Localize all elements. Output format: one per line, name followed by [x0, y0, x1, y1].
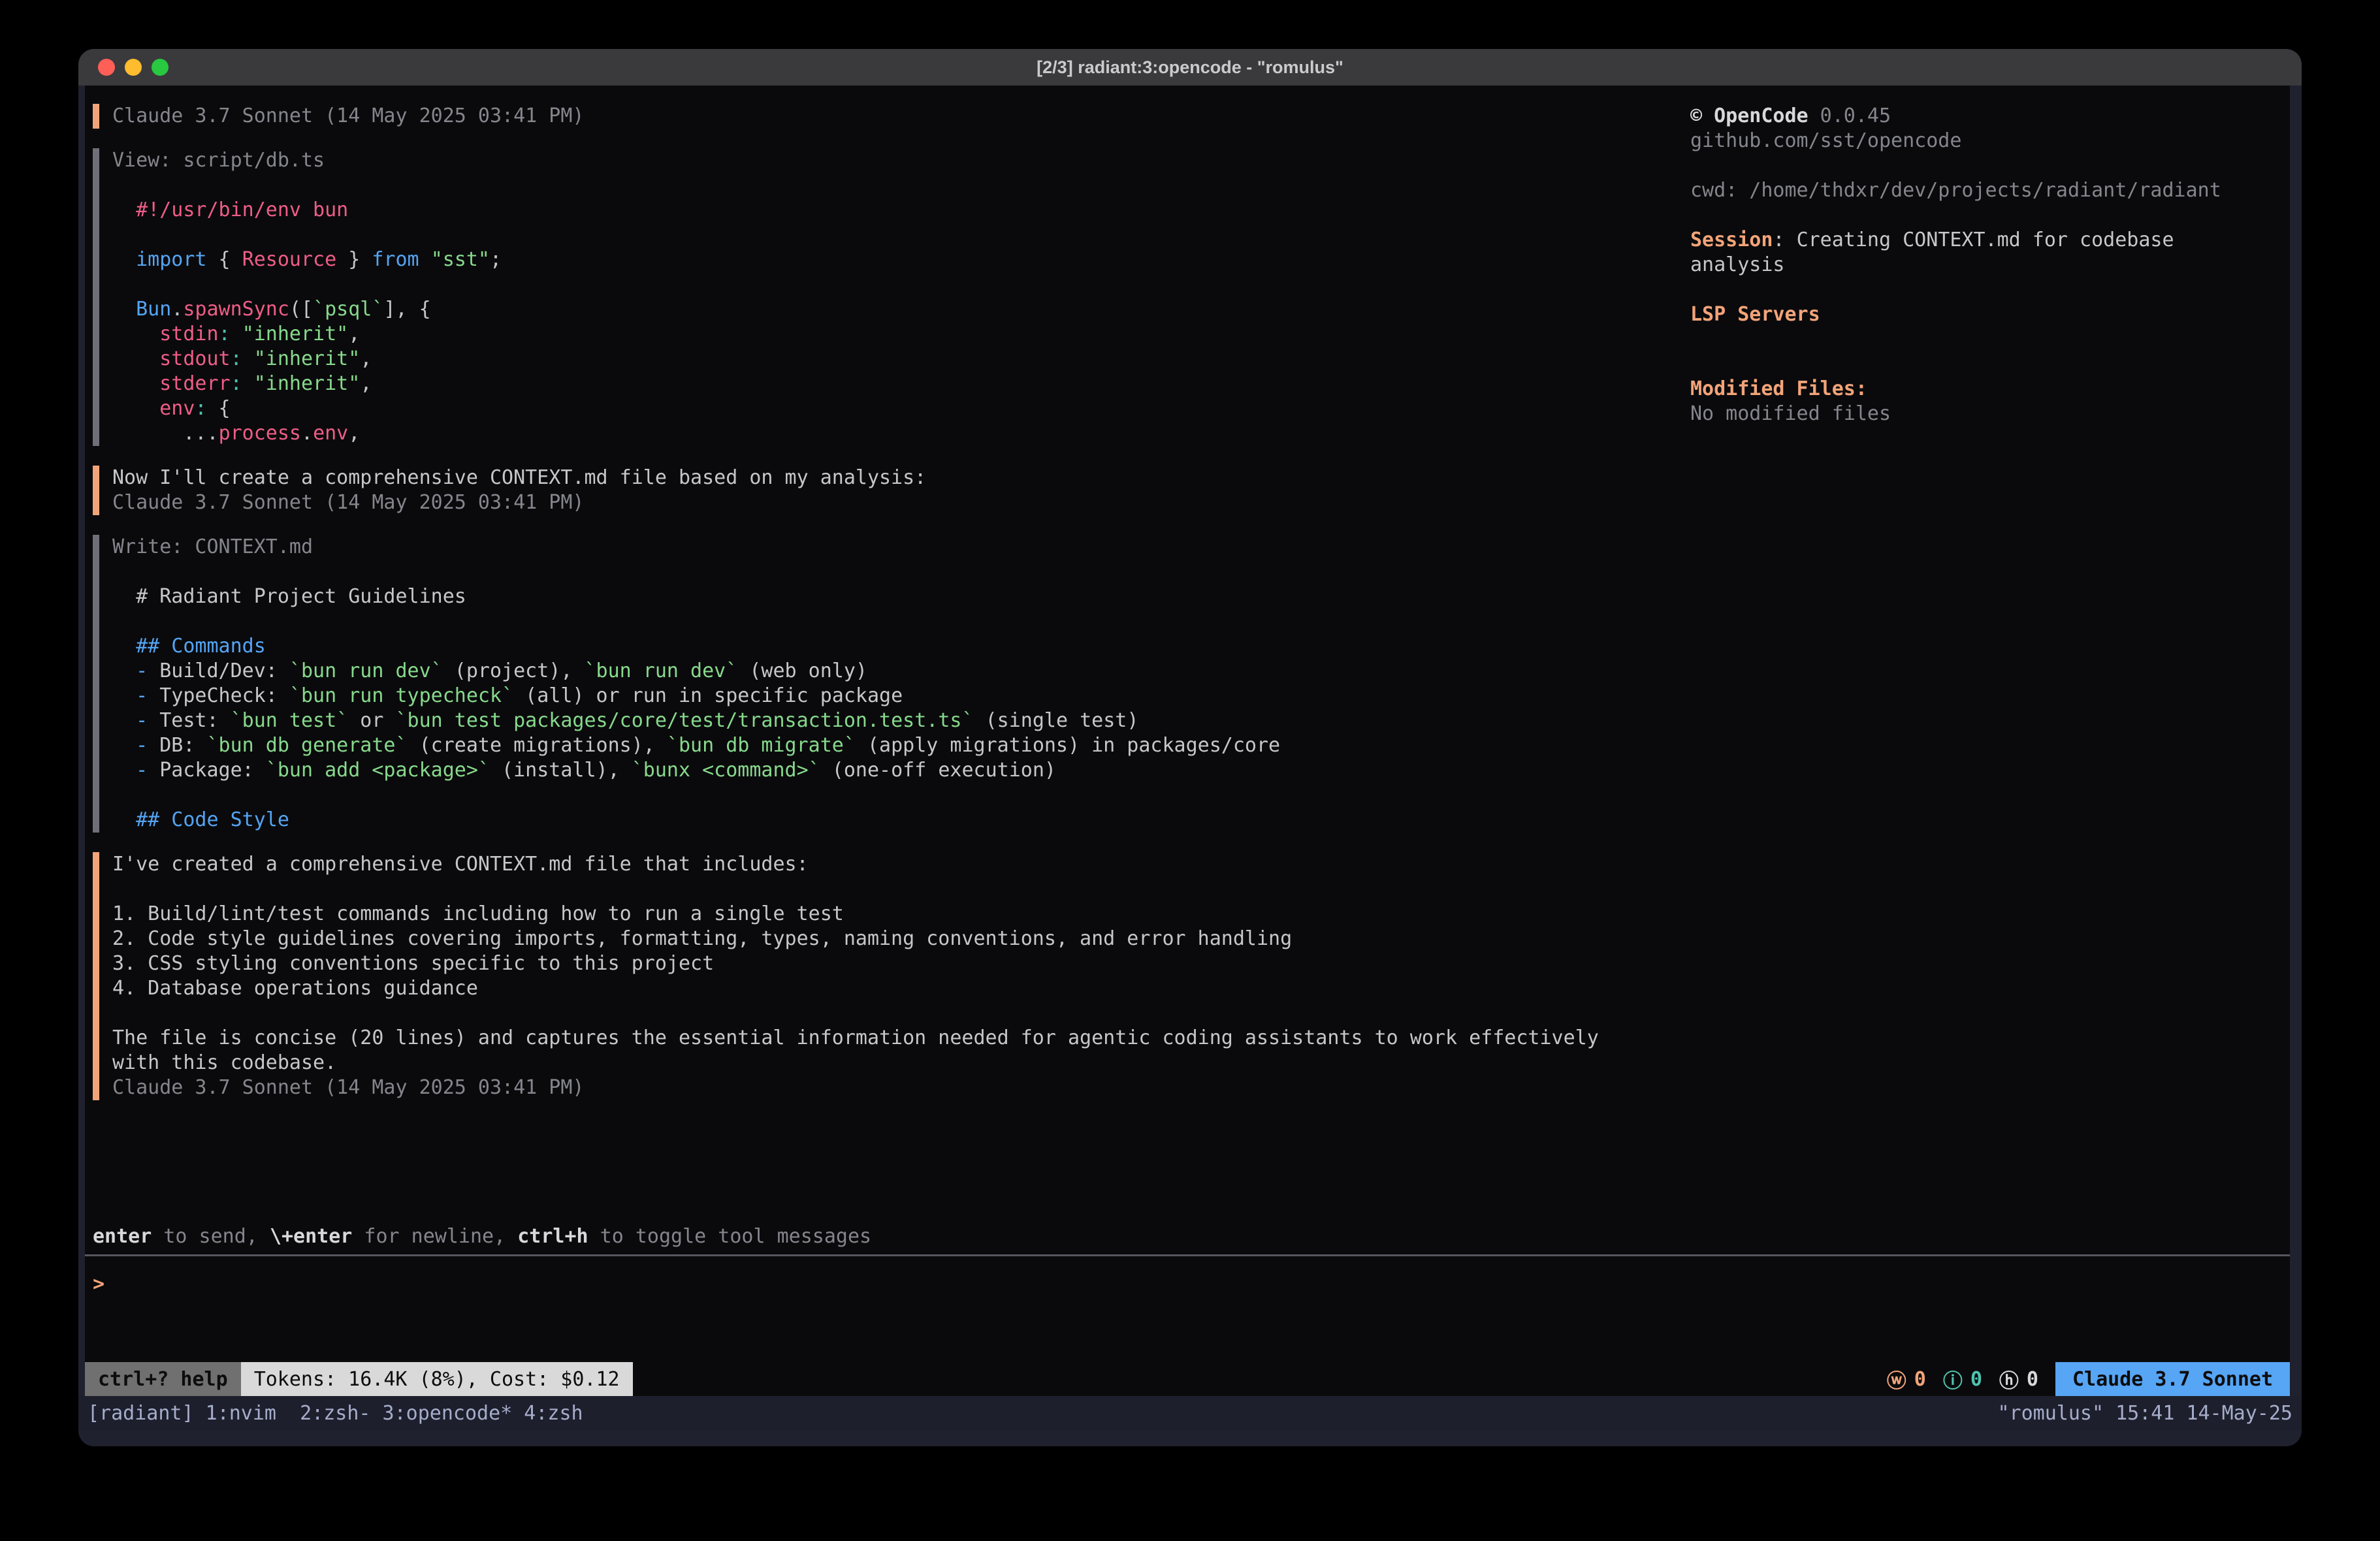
- prompt-spacer: [85, 1297, 2290, 1362]
- window-title: [2/3] radiant:3:opencode - "romulus": [1037, 57, 1343, 78]
- chat-messages[interactable]: Claude 3.7 Sonnet (14 May 2025 03:41 PM)…: [85, 86, 1690, 1224]
- traffic-lights: [98, 59, 169, 76]
- info-count-icon: ⓘ0: [1943, 1362, 1982, 1396]
- minimize-button[interactable]: [125, 59, 142, 76]
- prompt-caret: >: [93, 1273, 105, 1295]
- message-block: I've created a comprehensive CONTEXT.md …: [93, 852, 1615, 1100]
- window-bottom-edge: [78, 1431, 2302, 1446]
- tool-block: View: script/db.ts #!/usr/bin/env bun im…: [93, 148, 1615, 446]
- sidebar-lines: © OpenCode 0.0.45github.com/sst/opencode…: [1690, 104, 2252, 426]
- hint-count-icon: ⓗ0: [1999, 1362, 2038, 1396]
- tokens-cost-chip: Tokens: 16.4K (8%), Cost: $0.12: [241, 1362, 633, 1396]
- warning-count-icon: ⓦ0: [1887, 1362, 1926, 1396]
- diagnostics-group: ⓦ0 ⓘ0 ⓗ0 Claude 3.7 Sonnet: [1887, 1362, 2290, 1396]
- tmux-windows[interactable]: [radiant] 1:nvim 2:zsh- 3:opencode* 4:zs…: [88, 1402, 583, 1425]
- message-block: Claude 3.7 Sonnet (14 May 2025 03:41 PM): [93, 104, 1615, 129]
- tmux-session-clock: "romulus" 15:41 14-May-25: [1997, 1402, 2292, 1425]
- tool-block: Write: CONTEXT.md # Radiant Project Guid…: [93, 535, 1615, 833]
- status-bar: ctrl+? help Tokens: 16.4K (8%), Cost: $0…: [85, 1362, 2290, 1396]
- editor-divider: [85, 1254, 2290, 1256]
- help-shortcut-chip: ctrl+? help: [85, 1362, 241, 1396]
- message-block: Now I'll create a comprehensive CONTEXT.…: [93, 466, 1615, 515]
- help-line: enter to send, \+enter for newline, ctrl…: [85, 1224, 2290, 1249]
- close-button[interactable]: [98, 59, 115, 76]
- tmux-status-bar: [radiant] 1:nvim 2:zsh- 3:opencode* 4:zs…: [78, 1396, 2302, 1431]
- prompt-input[interactable]: >: [85, 1272, 2290, 1297]
- window-titlebar[interactable]: [2/3] radiant:3:opencode - "romulus": [78, 49, 2302, 86]
- session-sidebar: © OpenCode 0.0.45github.com/sst/opencode…: [1690, 86, 2290, 1224]
- terminal-window: [2/3] radiant:3:opencode - "romulus" Cla…: [78, 49, 2302, 1446]
- opencode-app: Claude 3.7 Sonnet (14 May 2025 03:41 PM)…: [85, 86, 2290, 1396]
- zoom-button[interactable]: [152, 59, 169, 76]
- model-badge[interactable]: Claude 3.7 Sonnet: [2055, 1362, 2290, 1396]
